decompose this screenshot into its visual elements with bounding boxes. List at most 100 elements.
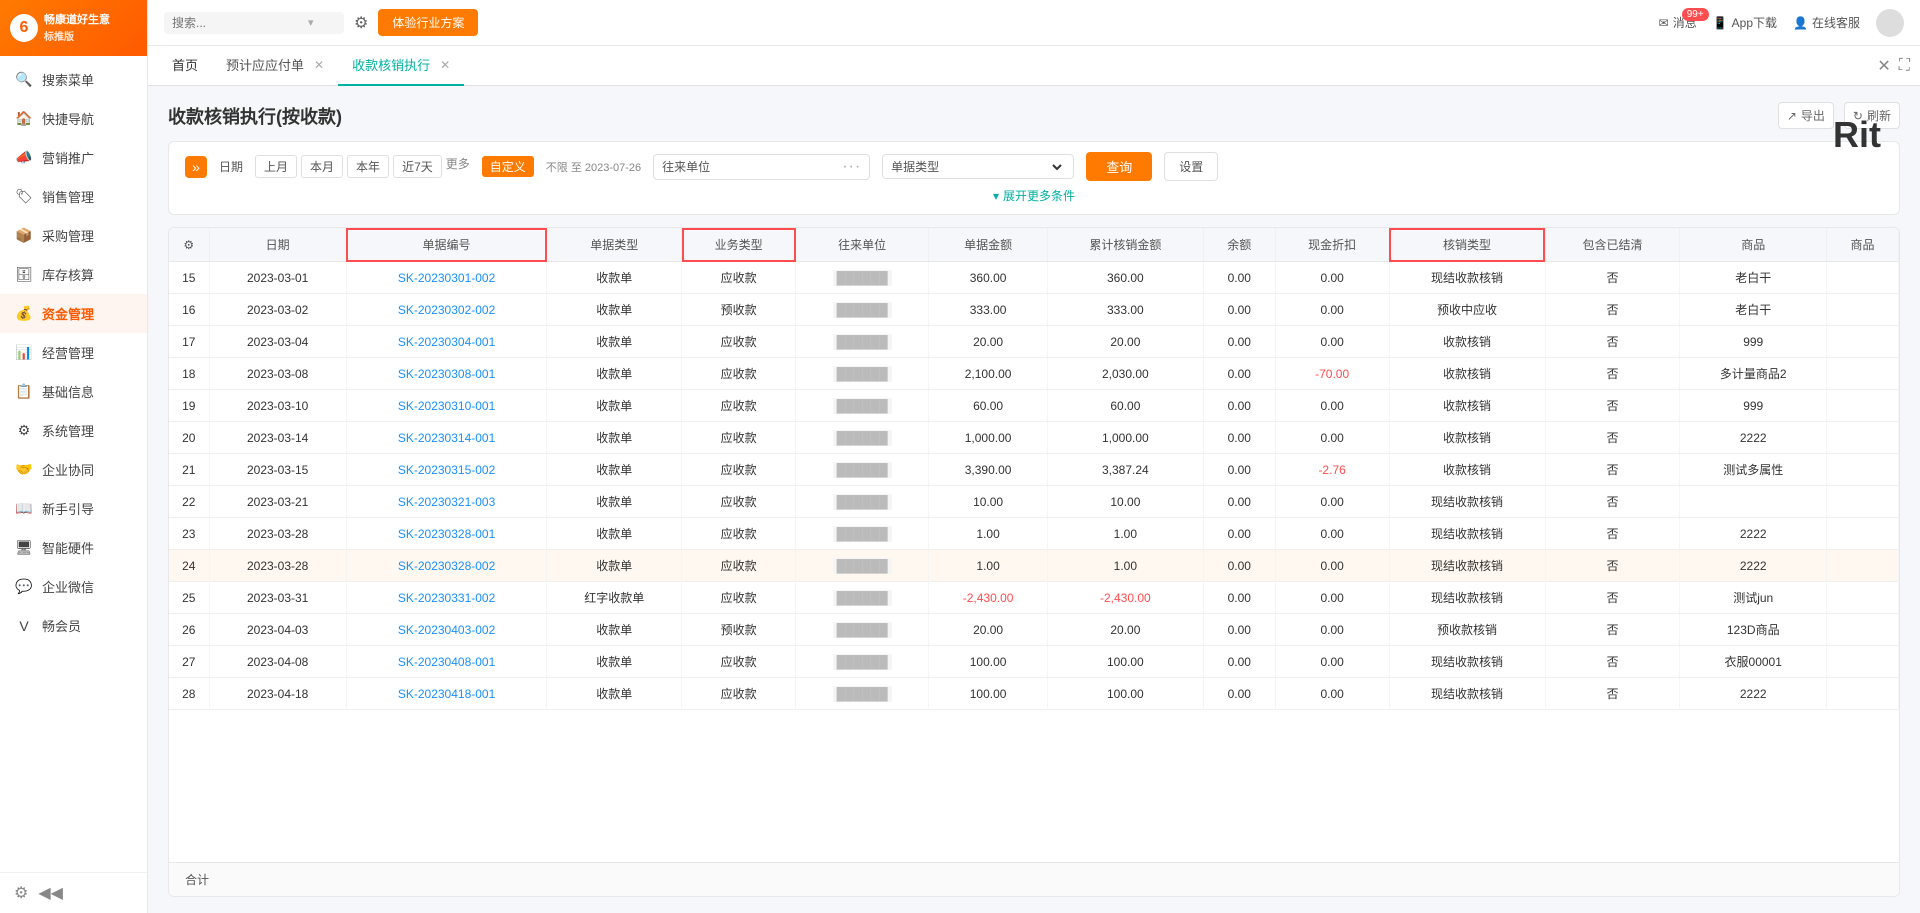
doc-no-link[interactable]: SK-20230328-002 [398,559,495,573]
tab-home[interactable]: 首页 [158,46,212,86]
sidebar-item-inventory[interactable]: 🗄 库存核算 [0,255,147,294]
sidebar-item-quick[interactable]: 🏠 快捷导航 [0,99,147,138]
doc-no-link[interactable]: SK-20230408-001 [398,655,495,669]
cell-balance: 0.00 [1203,358,1275,390]
table-scroll[interactable]: ⚙ 日期 单据编号 单据类型 业务类型 往来单位 单据金额 累计核销金额 余额 … [169,228,1899,862]
cell-date: 2023-04-08 [209,646,346,678]
filter-date-last-month[interactable]: 上月 [255,155,297,178]
cell-include-settled: 否 [1545,646,1680,678]
sidebar-item-operation[interactable]: 📊 经营管理 [0,333,147,372]
cell-goods: 老白干 [1680,262,1827,294]
sidebar-item-guide[interactable]: 📖 新手引导 [0,489,147,528]
settings-button[interactable]: 设置 [1164,152,1218,181]
sidebar-item-finance[interactable]: 💰 资金管理 [0,294,147,333]
sidebar-item-system[interactable]: ⚙ 系统管理 [0,411,147,450]
doc-no-link[interactable]: SK-20230310-001 [398,399,495,413]
table-row[interactable]: 18 2023-03-08 SK-20230308-001 收款单 应收款 ██… [169,358,1899,390]
partner-dots-icon[interactable]: ··· [842,158,861,176]
sidebar-gear-button[interactable]: ⚙ [14,883,28,903]
doc-no-link[interactable]: SK-20230302-002 [398,303,495,317]
doc-no-link[interactable]: SK-20230301-002 [398,271,495,285]
tabbar-expand-button[interactable]: ⛶ [1899,57,1910,75]
cell-goods: 老白干 [1680,294,1827,326]
filter-expand-more[interactable]: ▾ 展开更多条件 [185,187,1883,204]
table-row[interactable]: 23 2023-03-28 SK-20230328-001 收款单 应收款 ██… [169,518,1899,550]
cell-goods2 [1827,550,1899,582]
table-row[interactable]: 26 2023-04-03 SK-20230403-002 收款单 预收款 ██… [169,614,1899,646]
table-row[interactable]: 17 2023-03-04 SK-20230304-001 收款单 应收款 ██… [169,326,1899,358]
doc-type-select[interactable] [945,159,1065,175]
cell-cancel-type: 预收中应收 [1389,294,1545,326]
filter-date-this-year[interactable]: 本年 [347,155,389,178]
cell-doc-no: SK-20230304-001 [346,326,546,358]
topbar-search-wrap: ▾ [164,12,344,34]
filter-date-this-month[interactable]: 本月 [301,155,343,178]
app-download-button[interactable]: 📱 App下载 [1713,14,1777,31]
sidebar-item-purchase[interactable]: 📦 采购管理 [0,216,147,255]
filter-date-7days[interactable]: 近7天 [393,155,442,178]
tab-payable-close[interactable]: ✕ [314,58,324,72]
enterprise-icon: 🤝 [14,461,34,478]
table-row[interactable]: 24 2023-03-28 SK-20230328-002 收款单 应收款 ██… [169,550,1899,582]
col-settings-icon[interactable]: ⚙ [183,238,194,252]
sidebar-collapse-button[interactable]: ◀◀ [38,883,63,903]
table-row[interactable]: 20 2023-03-14 SK-20230314-001 收款单 应收款 ██… [169,422,1899,454]
doc-no-link[interactable]: SK-20230331-002 [398,591,495,605]
table-row[interactable]: 28 2023-04-18 SK-20230418-001 收款单 应收款 ██… [169,678,1899,710]
tab-receipts[interactable]: 收款核销执行 ✕ [338,46,464,86]
sidebar-item-wechat[interactable]: 💬 企业微信 [0,567,147,606]
doc-no-link[interactable]: SK-20230321-003 [398,495,495,509]
online-service-button[interactable]: 👤 在线客服 [1793,14,1860,31]
cell-date: 2023-03-08 [209,358,346,390]
filter-date-range: 不限 至 2023-07-26 [546,159,641,175]
tab-payable[interactable]: 预计应应付单 ✕ [212,46,338,86]
system-icon: ⚙ [14,422,34,439]
filter-date-more[interactable]: 更多 [446,155,470,178]
doc-no-link[interactable]: SK-20230314-001 [398,431,495,445]
sidebar-item-enterprise[interactable]: 🤝 企业协同 [0,450,147,489]
tab-receipts-label: 收款核销执行 [352,55,430,74]
export-button[interactable]: ↗ 导出 [1778,102,1834,129]
sidebar-item-search[interactable]: 🔍 搜索菜单 [0,60,147,99]
doc-no-link[interactable]: SK-20230328-001 [398,527,495,541]
doc-no-link[interactable]: SK-20230308-001 [398,367,495,381]
sidebar-item-marketing[interactable]: 📣 营销推广 [0,138,147,177]
tab-receipts-close[interactable]: ✕ [440,58,450,72]
table-row[interactable]: 22 2023-03-21 SK-20230321-003 收款单 应收款 ██… [169,486,1899,518]
table-row[interactable]: 16 2023-03-02 SK-20230302-002 收款单 预收款 ██… [169,294,1899,326]
doc-no-link[interactable]: SK-20230403-002 [398,623,495,637]
industry-solution-button[interactable]: 体验行业方案 [378,9,478,36]
query-button[interactable]: 查询 [1086,152,1152,181]
topbar-search-input[interactable] [172,16,302,30]
sidebar-item-hardware[interactable]: 🖥 智能硬件 [0,528,147,567]
logo-icon: 6 [10,14,38,42]
user-avatar[interactable] [1876,9,1904,37]
filter-expand-button[interactable]: » [185,156,207,178]
cell-include-settled: 否 [1545,422,1680,454]
message-button[interactable]: ✉ 消息 99+ [1659,14,1697,31]
refresh-button[interactable]: ↻ 刷新 [1844,102,1900,129]
sidebar-item-basic[interactable]: 📋 基础信息 [0,372,147,411]
page-header: 收款核销执行(按收款) ↗ 导出 ↻ 刷新 [168,102,1900,129]
cell-biz-type: 应收款 [682,454,796,486]
tabbar-close-all-button[interactable]: ✕ [1877,56,1890,76]
doc-no-link[interactable]: SK-20230418-001 [398,687,495,701]
sidebar-item-member[interactable]: V 畅会员 [0,606,147,645]
app-label: App下载 [1732,14,1777,31]
sidebar-item-sales[interactable]: 🏷 销售管理 [0,177,147,216]
partner-input[interactable] [716,160,836,174]
filter-custom-button[interactable]: 自定义 [482,156,534,177]
table-row[interactable]: 19 2023-03-10 SK-20230310-001 收款单 应收款 ██… [169,390,1899,422]
app-icon: 📱 [1713,16,1728,30]
table-row[interactable]: 15 2023-03-01 SK-20230301-002 收款单 应收款 ██… [169,262,1899,294]
table-row[interactable]: 21 2023-03-15 SK-20230315-002 收款单 应收款 ██… [169,454,1899,486]
doc-no-link[interactable]: SK-20230304-001 [398,335,495,349]
topbar-gear-icon[interactable]: ⚙ [354,13,368,33]
doc-no-link[interactable]: SK-20230315-002 [398,463,495,477]
table-row[interactable]: 25 2023-03-31 SK-20230331-002 红字收款单 应收款 … [169,582,1899,614]
table-row[interactable]: 27 2023-04-08 SK-20230408-001 收款单 应收款 ██… [169,646,1899,678]
cell-cancel-type: 现结收款核销 [1389,550,1545,582]
cell-doc-type: 收款单 [547,358,682,390]
cell-biz-type: 应收款 [682,486,796,518]
cell-no: 17 [169,326,209,358]
